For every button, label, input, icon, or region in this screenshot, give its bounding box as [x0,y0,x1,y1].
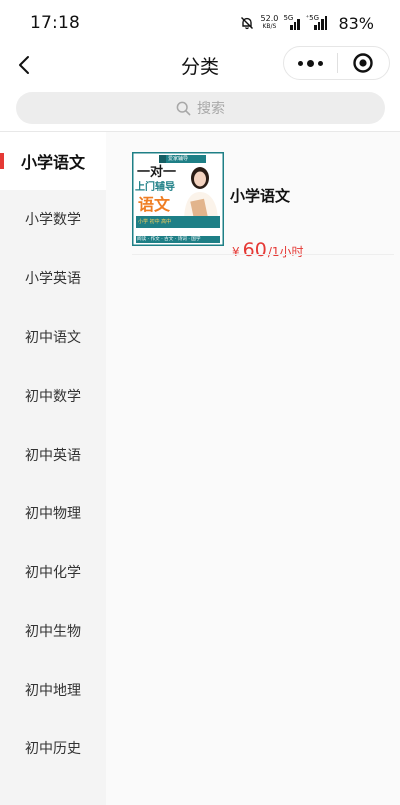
sidebar-item-label: 初中历史 [25,741,81,757]
sidebar-item-label: 初中地理 [25,683,81,699]
product-name: 小学语文 [230,187,291,205]
mini-program-capsule [283,46,390,80]
signal-5g-plus-icon: ⁺5G [305,14,328,30]
sidebar-item-middle-chinese[interactable]: 初中语文 [0,308,106,366]
thumb-footer: 阅读 · 作文 · 古文 · 诗词 · 国学 [137,237,201,242]
thumb-headline2: 上门辅导 [135,182,175,193]
active-indicator [0,153,4,169]
price-unit: /1小时 [267,245,304,259]
sidebar-item-middle-english[interactable]: 初中英语 [0,426,106,484]
sidebar-item-label: 小学语文 [20,153,85,172]
network-speed: 52.0 KB/S [260,14,279,31]
sidebar-item-label: 小学英语 [25,271,81,287]
price-amount: 60 [242,239,267,261]
search-placeholder: 搜索 [197,101,225,117]
search-icon [176,101,191,115]
sidebar-item-primary-math[interactable]: 小学数学 [0,190,106,248]
sidebar-item-label: 初中语文 [25,330,81,346]
thumb-brand: 爱家辅导 [168,156,189,162]
signal-tag: ⁺5G [305,14,320,22]
thumb-headline1: 一对一 [137,165,177,180]
sidebar-item-primary-chinese[interactable]: 小学语文 [0,132,106,190]
sidebar-item-middle-geography[interactable]: 初中地理 [0,661,106,719]
sidebar-item-label: 初中物理 [25,506,81,522]
close-mini-program-icon[interactable] [337,47,389,79]
sidebar-item-primary-english[interactable]: 小学英语 [0,249,106,307]
signal-tag: 5G [283,14,294,22]
price-currency: ¥ [232,245,240,259]
status-icons: 52.0 KB/S 5G ⁺5G 83% [240,13,374,33]
sidebar-item-label: 初中化学 [25,565,81,581]
navigation-bar: 分类 [0,44,400,88]
card-divider [132,254,394,255]
thumb-subject: 语文 [138,195,171,214]
product-list: 爱家辅导 一对一 上门辅导 语文 小学 初中 高中 阅读 · 作文 · 古文 ·… [106,132,400,805]
product-thumbnail: 爱家辅导 一对一 上门辅导 语文 小学 初中 高中 阅读 · 作文 · 古文 ·… [132,152,224,246]
sidebar-item-label: 初中数学 [25,389,81,405]
product-card[interactable]: 爱家辅导 一对一 上门辅导 语文 小学 初中 高中 阅读 · 作文 · 古文 ·… [132,152,394,261]
thumb-tags: 小学 初中 高中 [138,219,172,225]
network-speed-unit: KB/S [262,23,277,30]
network-speed-value: 52.0 [260,14,279,23]
status-time: 17:18 [30,13,80,33]
battery-level: 83% [338,13,374,33]
bell-muted-icon [240,16,254,30]
product-price: ¥ 60 /1小时 [232,239,304,261]
sidebar-item-label: 小学数学 [25,212,81,228]
signal-5g-icon: 5G [283,14,300,30]
sidebar-item-middle-chemistry[interactable]: 初中化学 [0,543,106,601]
search-bar[interactable]: 搜索 [16,92,385,124]
category-sidebar: 小学语文 小学数学 小学英语 初中语文 初中数学 初中英语 初中物理 初中化学 … [0,132,106,805]
status-bar: 17:18 52.0 KB/S 5G ⁺5G 83% [0,0,400,44]
more-options-icon[interactable] [284,47,337,79]
sidebar-item-middle-physics[interactable]: 初中物理 [0,484,106,542]
sidebar-item-middle-math[interactable]: 初中数学 [0,367,106,425]
sidebar-item-middle-biology[interactable]: 初中生物 [0,602,106,660]
sidebar-item-label: 初中英语 [25,448,81,464]
sidebar-item-label: 初中生物 [25,624,81,640]
sidebar-item-middle-history[interactable]: 初中历史 [0,719,106,777]
